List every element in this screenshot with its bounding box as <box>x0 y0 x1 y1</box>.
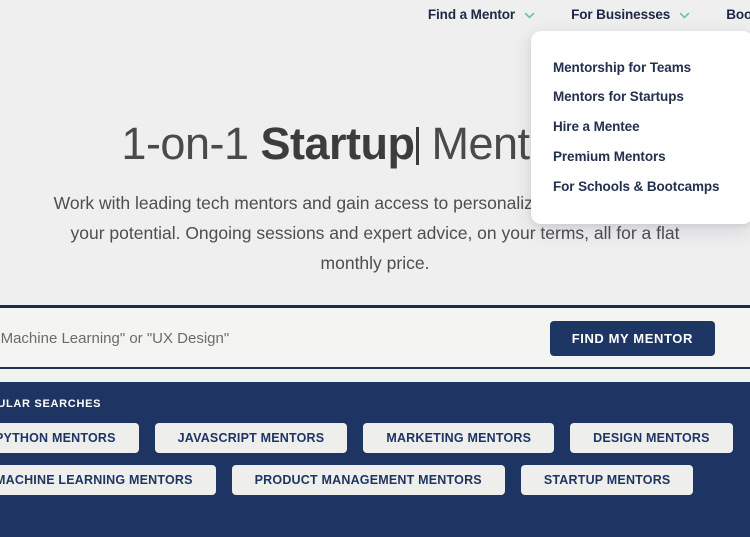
page-root: 1-on-1 Startup Mentor Work with leading … <box>0 0 750 537</box>
top-navigation: Find a Mentor For Businesses Book a Ses <box>0 0 750 28</box>
tag-row: MACHINE LEARNING MENTORS PRODUCT MANAGEM… <box>0 465 750 495</box>
tag-row: PYTHON MENTORS JAVASCRIPT MENTORS MARKET… <box>0 423 750 453</box>
tag-python-mentors[interactable]: PYTHON MENTORS <box>0 423 139 453</box>
nav-item-label: Book a Ses <box>726 6 750 22</box>
popular-searches-section: POPULAR SEARCHES PYTHON MENTORS JAVASCRI… <box>0 382 750 537</box>
nav-item-label: Find a Mentor <box>427 6 516 22</box>
headline-typed-word: Startup <box>260 118 416 169</box>
tag-javascript-mentors[interactable]: JAVASCRIPT MENTORS <box>154 423 348 453</box>
nav-item-label: For Businesses <box>571 6 671 22</box>
nav-item-find-a-mentor[interactable]: Find a Mentor <box>428 7 535 22</box>
popular-searches-tag-list: PYTHON MENTORS JAVASCRIPT MENTORS MARKET… <box>0 423 750 495</box>
for-businesses-dropdown-menu: Mentorship for Teams Mentors for Startup… <box>531 31 750 225</box>
search-bottom-divider <box>0 367 750 369</box>
search-input[interactable] <box>0 329 550 347</box>
dropdown-item-premium-mentors[interactable]: Premium Mentors <box>531 143 750 173</box>
section-gap-strip <box>0 369 750 382</box>
dropdown-item-mentorship-for-teams[interactable]: Mentorship for Teams <box>531 53 750 83</box>
typing-caret-icon <box>415 127 419 165</box>
find-my-mentor-button[interactable]: FIND MY MENTOR <box>549 320 715 356</box>
nav-item-book-a-session[interactable]: Book a Ses <box>726 7 750 22</box>
tag-marketing-mentors[interactable]: MARKETING MENTORS <box>363 423 555 453</box>
nav-item-for-businesses[interactable]: For Businesses <box>571 7 690 22</box>
tag-product-management-mentors[interactable]: PRODUCT MANAGEMENT MENTORS <box>231 465 505 495</box>
tag-design-mentors[interactable]: DESIGN MENTORS <box>570 423 733 453</box>
search-bar: FIND MY MENTOR <box>0 308 750 368</box>
dropdown-item-hire-a-mentee[interactable]: Hire a Mentee <box>531 113 750 143</box>
headline-prefix: 1-on-1 <box>121 118 261 169</box>
tag-startup-mentors[interactable]: STARTUP MENTORS <box>520 465 694 495</box>
dropdown-item-mentors-for-startups[interactable]: Mentors for Startups <box>531 83 750 113</box>
dropdown-item-for-schools-and-bootcamps[interactable]: For Schools & Bootcamps <box>531 173 750 203</box>
tag-machine-learning-mentors[interactable]: MACHINE LEARNING MENTORS <box>0 465 216 495</box>
popular-searches-title: POPULAR SEARCHES <box>0 398 102 410</box>
chevron-down-icon[interactable] <box>679 10 690 21</box>
chevron-down-icon[interactable] <box>524 10 535 21</box>
